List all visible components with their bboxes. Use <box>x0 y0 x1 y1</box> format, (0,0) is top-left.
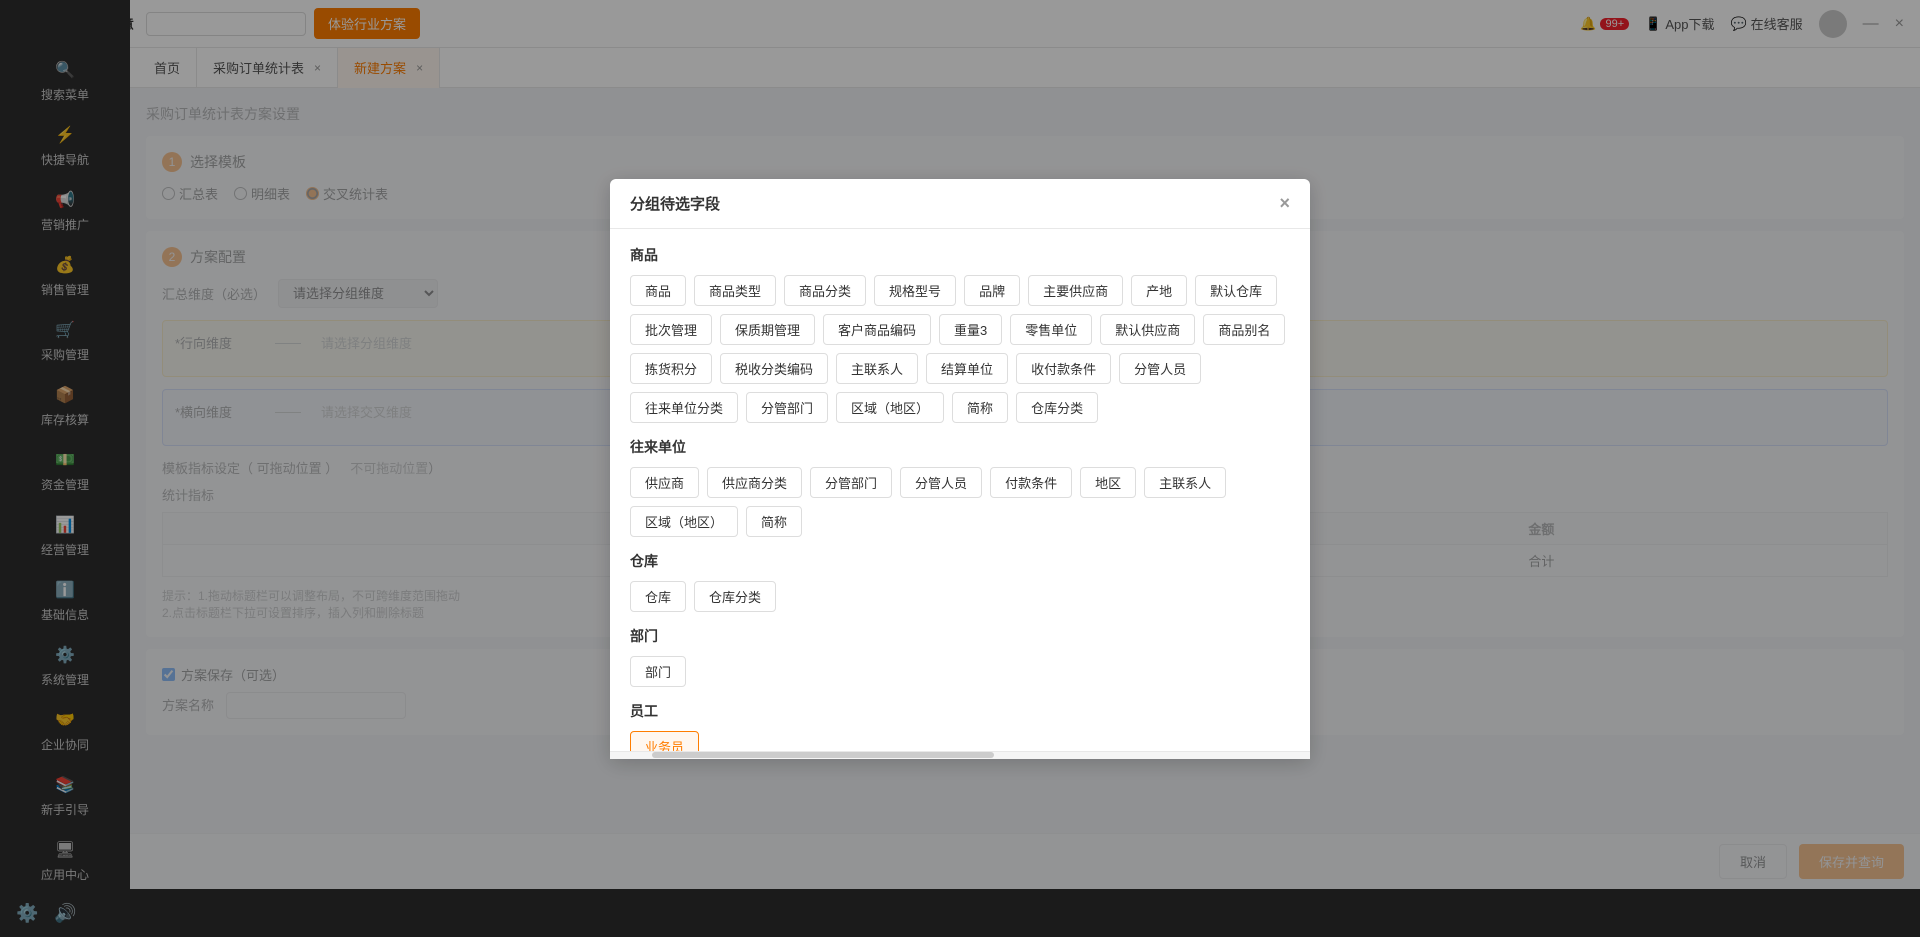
field-default-warehouse[interactable]: 默认仓库 <box>1195 275 1277 306</box>
field-partner-category[interactable]: 往来单位分类 <box>630 392 738 423</box>
field-brand[interactable]: 品牌 <box>964 275 1020 306</box>
field-manager-p[interactable]: 分管人员 <box>900 467 982 498</box>
modal-body[interactable]: 商品 商品 商品类型 商品分类 规格型号 品牌 主要供应商 产地 默认仓库 批次… <box>610 229 1310 751</box>
field-short-name[interactable]: 简称 <box>952 392 1008 423</box>
field-wh-cat[interactable]: 仓库分类 <box>694 581 776 612</box>
field-grid-employee: 业务员 <box>630 731 1290 751</box>
field-goods-type[interactable]: 商品类型 <box>694 275 776 306</box>
field-salesperson[interactable]: 业务员 <box>630 731 699 751</box>
field-wh[interactable]: 仓库 <box>630 581 686 612</box>
field-alias[interactable]: 商品别名 <box>1203 314 1285 345</box>
field-shelf-life[interactable]: 保质期管理 <box>720 314 815 345</box>
modal-scroll-bottom <box>610 751 1310 759</box>
field-grid-dept: 部门 <box>630 656 1290 687</box>
section-title-goods: 商品 <box>630 245 1290 265</box>
modal-overlay: 分组待选字段 × 商品 商品 商品类型 商品分类 规格型号 品牌 主要供应商 产… <box>0 0 1920 937</box>
field-region2-p[interactable]: 区域（地区） <box>630 506 738 537</box>
field-grid-warehouse: 仓库 仓库分类 <box>630 581 1290 612</box>
section-title-dept: 部门 <box>630 626 1290 646</box>
section-title-employee: 员工 <box>630 701 1290 721</box>
field-region-p[interactable]: 地区 <box>1080 467 1136 498</box>
field-supplier-cat[interactable]: 供应商分类 <box>707 467 802 498</box>
field-supplier[interactable]: 供应商 <box>630 467 699 498</box>
field-payment-p[interactable]: 付款条件 <box>990 467 1072 498</box>
modal-header: 分组待选字段 × <box>610 179 1310 229</box>
field-dept-managed[interactable]: 分管部门 <box>746 392 828 423</box>
field-dept-p[interactable]: 分管部门 <box>810 467 892 498</box>
field-customer-code[interactable]: 客户商品编码 <box>823 314 931 345</box>
field-contact-p[interactable]: 主联系人 <box>1144 467 1226 498</box>
field-main-supplier[interactable]: 主要供应商 <box>1028 275 1123 306</box>
modal-title: 分组待选字段 <box>630 193 720 214</box>
field-settle-unit[interactable]: 结算单位 <box>926 353 1008 384</box>
field-warehouse-cat[interactable]: 仓库分类 <box>1016 392 1098 423</box>
field-grid-goods: 商品 商品类型 商品分类 规格型号 品牌 主要供应商 产地 默认仓库 批次管理 … <box>630 275 1290 423</box>
field-weight[interactable]: 重量3 <box>939 314 1002 345</box>
field-payment-terms[interactable]: 收付款条件 <box>1016 353 1111 384</box>
section-title-warehouse: 仓库 <box>630 551 1290 571</box>
field-dept[interactable]: 部门 <box>630 656 686 687</box>
field-goods-category[interactable]: 商品分类 <box>784 275 866 306</box>
field-goods[interactable]: 商品 <box>630 275 686 306</box>
field-pick-points[interactable]: 拣货积分 <box>630 353 712 384</box>
field-tax-code[interactable]: 税收分类编码 <box>720 353 828 384</box>
field-grid-partners: 供应商 供应商分类 分管部门 分管人员 付款条件 地区 主联系人 区域（地区） … <box>630 467 1290 537</box>
field-spec-model[interactable]: 规格型号 <box>874 275 956 306</box>
field-short-p[interactable]: 简称 <box>746 506 802 537</box>
field-retail-unit[interactable]: 零售单位 <box>1010 314 1092 345</box>
modal-close-btn[interactable]: × <box>1279 193 1290 214</box>
scroll-handle <box>652 752 994 758</box>
field-origin[interactable]: 产地 <box>1131 275 1187 306</box>
field-main-contact[interactable]: 主联系人 <box>836 353 918 384</box>
field-batch-mgmt[interactable]: 批次管理 <box>630 314 712 345</box>
field-default-supplier[interactable]: 默认供应商 <box>1100 314 1195 345</box>
field-region[interactable]: 区域（地区） <box>836 392 944 423</box>
modal-dialog: 分组待选字段 × 商品 商品 商品类型 商品分类 规格型号 品牌 主要供应商 产… <box>610 179 1310 759</box>
field-manager[interactable]: 分管人员 <box>1119 353 1201 384</box>
section-title-partners: 往来单位 <box>630 437 1290 457</box>
